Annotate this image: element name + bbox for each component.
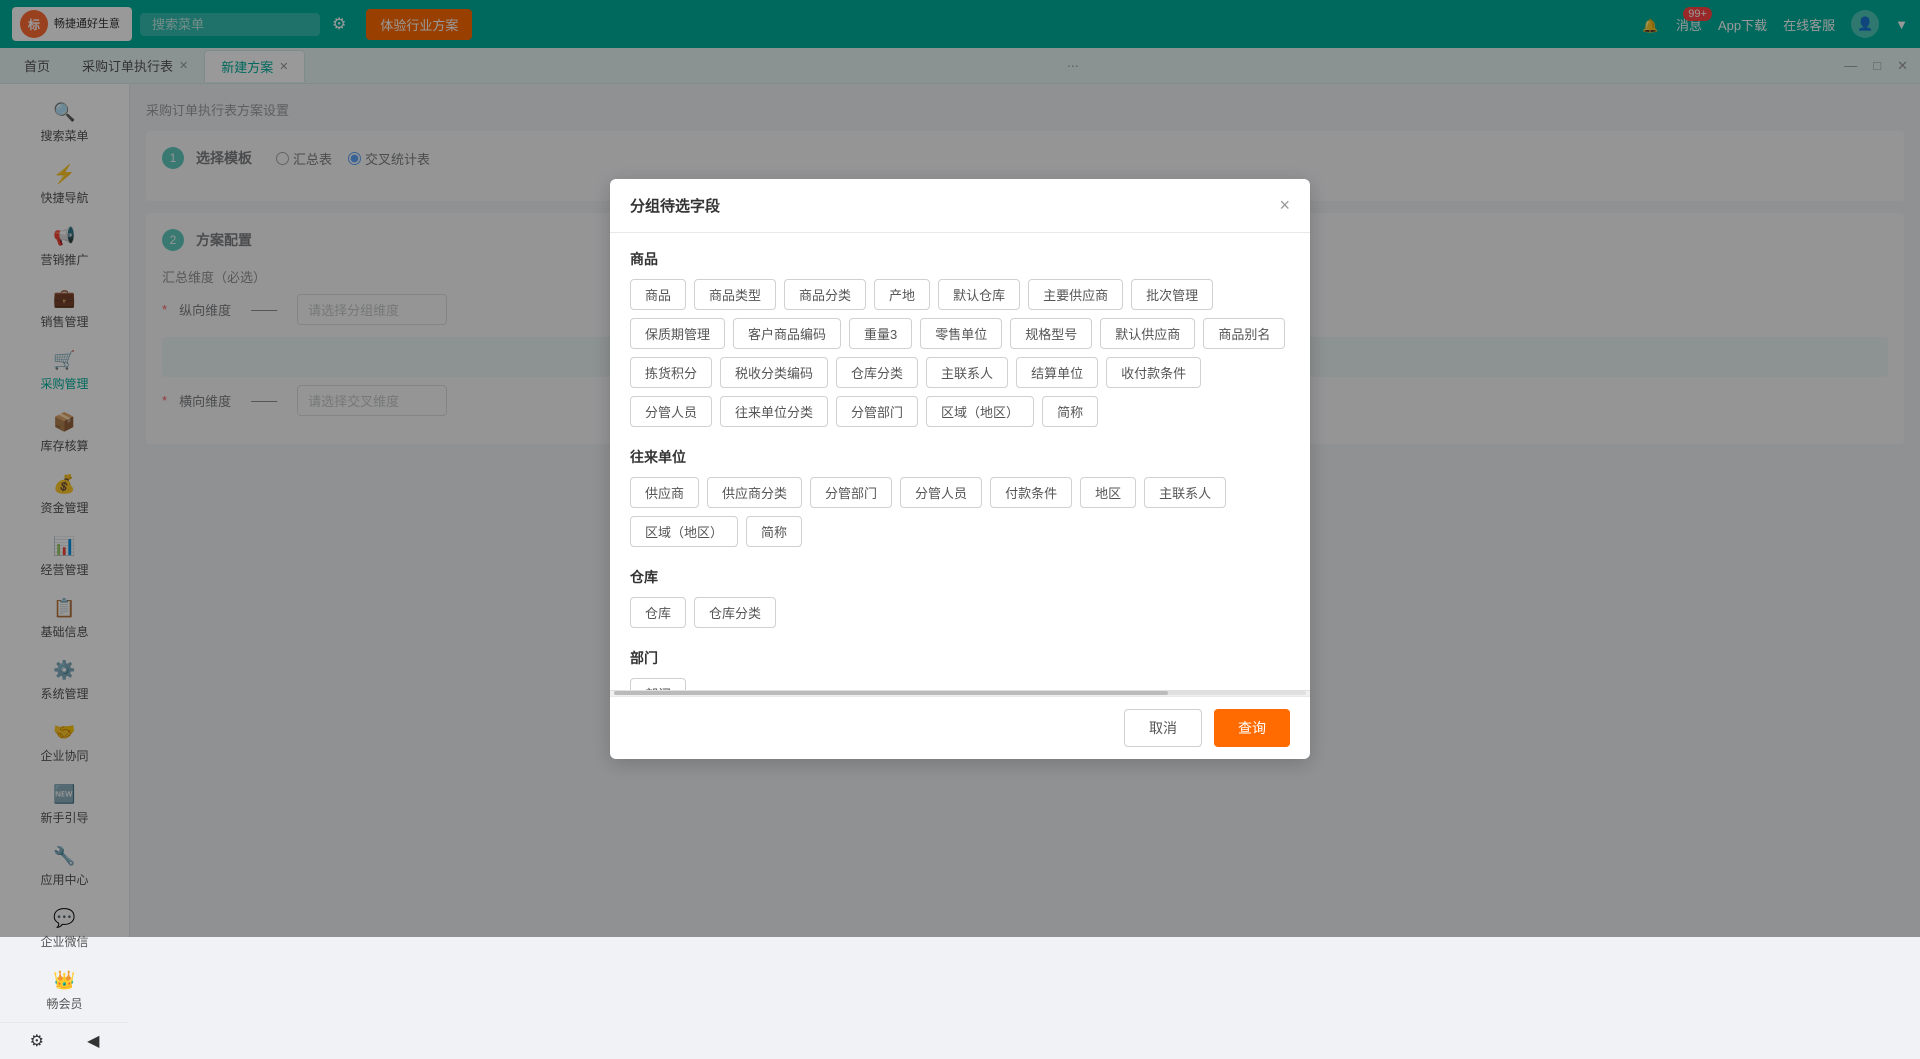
- sidebar-settings-btn[interactable]: ⚙: [30, 1031, 44, 1051]
- field-tag-supplier-category[interactable]: 供应商分类: [707, 477, 802, 508]
- field-tag-wh-category[interactable]: 仓库分类: [694, 597, 776, 628]
- field-tag-region[interactable]: 区域（地区）: [926, 396, 1034, 427]
- field-tag-origin[interactable]: 产地: [874, 279, 930, 310]
- field-tag-partner-payment[interactable]: 付款条件: [990, 477, 1072, 508]
- section-department-title: 部门: [630, 648, 1290, 668]
- warehouse-field-tags: 仓库 仓库分类: [630, 597, 1290, 628]
- modal-close-button[interactable]: ×: [1279, 195, 1290, 216]
- section-warehouse: 仓库 仓库 仓库分类: [630, 567, 1290, 628]
- sidebar-collapse-btn[interactable]: ◀: [87, 1031, 99, 1051]
- field-tag-main-supplier[interactable]: 主要供应商: [1028, 279, 1123, 310]
- field-tag-spec-model[interactable]: 规格型号: [1010, 318, 1092, 349]
- field-tag-batch-mgmt[interactable]: 批次管理: [1131, 279, 1213, 310]
- field-select-modal: 分组待选字段 × 商品 商品 商品类型 商品分类 产地 默认仓库 主要供应商 批…: [610, 179, 1310, 759]
- partner-field-tags: 供应商 供应商分类 分管部门 分管人员 付款条件 地区 主联系人 区域（地区） …: [630, 477, 1290, 547]
- modal-body: 商品 商品 商品类型 商品分类 产地 默认仓库 主要供应商 批次管理 保质期管理…: [610, 233, 1310, 690]
- section-partner: 往来单位 供应商 供应商分类 分管部门 分管人员 付款条件 地区 主联系人 区域…: [630, 447, 1290, 547]
- scroll-track: [614, 691, 1306, 695]
- section-product-title: 商品: [630, 249, 1290, 269]
- member-icon: 👑: [53, 970, 75, 991]
- field-tag-default-supplier[interactable]: 默认供应商: [1100, 318, 1195, 349]
- field-tag-shelf-life[interactable]: 保质期管理: [630, 318, 725, 349]
- field-tag-retail-unit[interactable]: 零售单位: [920, 318, 1002, 349]
- field-tag-partner-short[interactable]: 简称: [746, 516, 802, 547]
- field-tag-partner-category[interactable]: 往来单位分类: [720, 396, 828, 427]
- sidebar-item-member[interactable]: 👑 畅会员: [0, 960, 129, 1022]
- field-tag-short-name[interactable]: 简称: [1042, 396, 1098, 427]
- modal-header: 分组待选字段 ×: [610, 179, 1310, 233]
- field-tag-default-warehouse[interactable]: 默认仓库: [938, 279, 1020, 310]
- field-tag-product-alias[interactable]: 商品别名: [1203, 318, 1285, 349]
- modal-footer: 取消 查询: [610, 696, 1310, 759]
- product-field-tags: 商品 商品类型 商品分类 产地 默认仓库 主要供应商 批次管理 保质期管理 客户…: [630, 279, 1290, 427]
- field-tag-partner-area[interactable]: 区域（地区）: [630, 516, 738, 547]
- dept-field-tags: 部门: [630, 678, 1290, 690]
- field-tag-managing-dept[interactable]: 分管部门: [836, 396, 918, 427]
- modal-title: 分组待选字段: [630, 195, 720, 216]
- section-warehouse-title: 仓库: [630, 567, 1290, 587]
- field-tag-partner-region[interactable]: 地区: [1080, 477, 1136, 508]
- scroll-thumb: [614, 691, 1168, 695]
- field-tag-supplier[interactable]: 供应商: [630, 477, 699, 508]
- field-tag-weight[interactable]: 重量3: [849, 318, 912, 349]
- field-tag-main-contact[interactable]: 主联系人: [926, 357, 1008, 388]
- field-tag-payment-terms[interactable]: 收付款条件: [1106, 357, 1201, 388]
- field-tag-product-category[interactable]: 商品分类: [784, 279, 866, 310]
- modal-overlay: 分组待选字段 × 商品 商品 商品类型 商品分类 产地 默认仓库 主要供应商 批…: [0, 0, 1920, 937]
- field-tag-settlement-unit[interactable]: 结算单位: [1016, 357, 1098, 388]
- field-tag-partner-dept[interactable]: 分管部门: [810, 477, 892, 508]
- field-tag-warehouse-category[interactable]: 仓库分类: [836, 357, 918, 388]
- section-product: 商品 商品 商品类型 商品分类 产地 默认仓库 主要供应商 批次管理 保质期管理…: [630, 249, 1290, 427]
- field-tag-tax-code[interactable]: 税收分类编码: [720, 357, 828, 388]
- confirm-button[interactable]: 查询: [1214, 709, 1290, 747]
- field-tag-dept[interactable]: 部门: [630, 678, 686, 690]
- field-tag-partner-supervisor[interactable]: 分管人员: [900, 477, 982, 508]
- cancel-button[interactable]: 取消: [1124, 709, 1202, 747]
- field-tag-product[interactable]: 商品: [630, 279, 686, 310]
- section-department: 部门 部门: [630, 648, 1290, 690]
- sidebar-bottom-bar: ⚙ ◀: [0, 1022, 129, 1059]
- modal-horizontal-scrollbar[interactable]: [610, 690, 1310, 696]
- field-tag-wh[interactable]: 仓库: [630, 597, 686, 628]
- sidebar-label-member: 畅会员: [46, 995, 82, 1012]
- field-tag-customer-code[interactable]: 客户商品编码: [733, 318, 841, 349]
- field-tag-supervisor[interactable]: 分管人员: [630, 396, 712, 427]
- field-tag-partner-contact[interactable]: 主联系人: [1144, 477, 1226, 508]
- field-tag-product-type[interactable]: 商品类型: [694, 279, 776, 310]
- section-partner-title: 往来单位: [630, 447, 1290, 467]
- field-tag-pick-points[interactable]: 拣货积分: [630, 357, 712, 388]
